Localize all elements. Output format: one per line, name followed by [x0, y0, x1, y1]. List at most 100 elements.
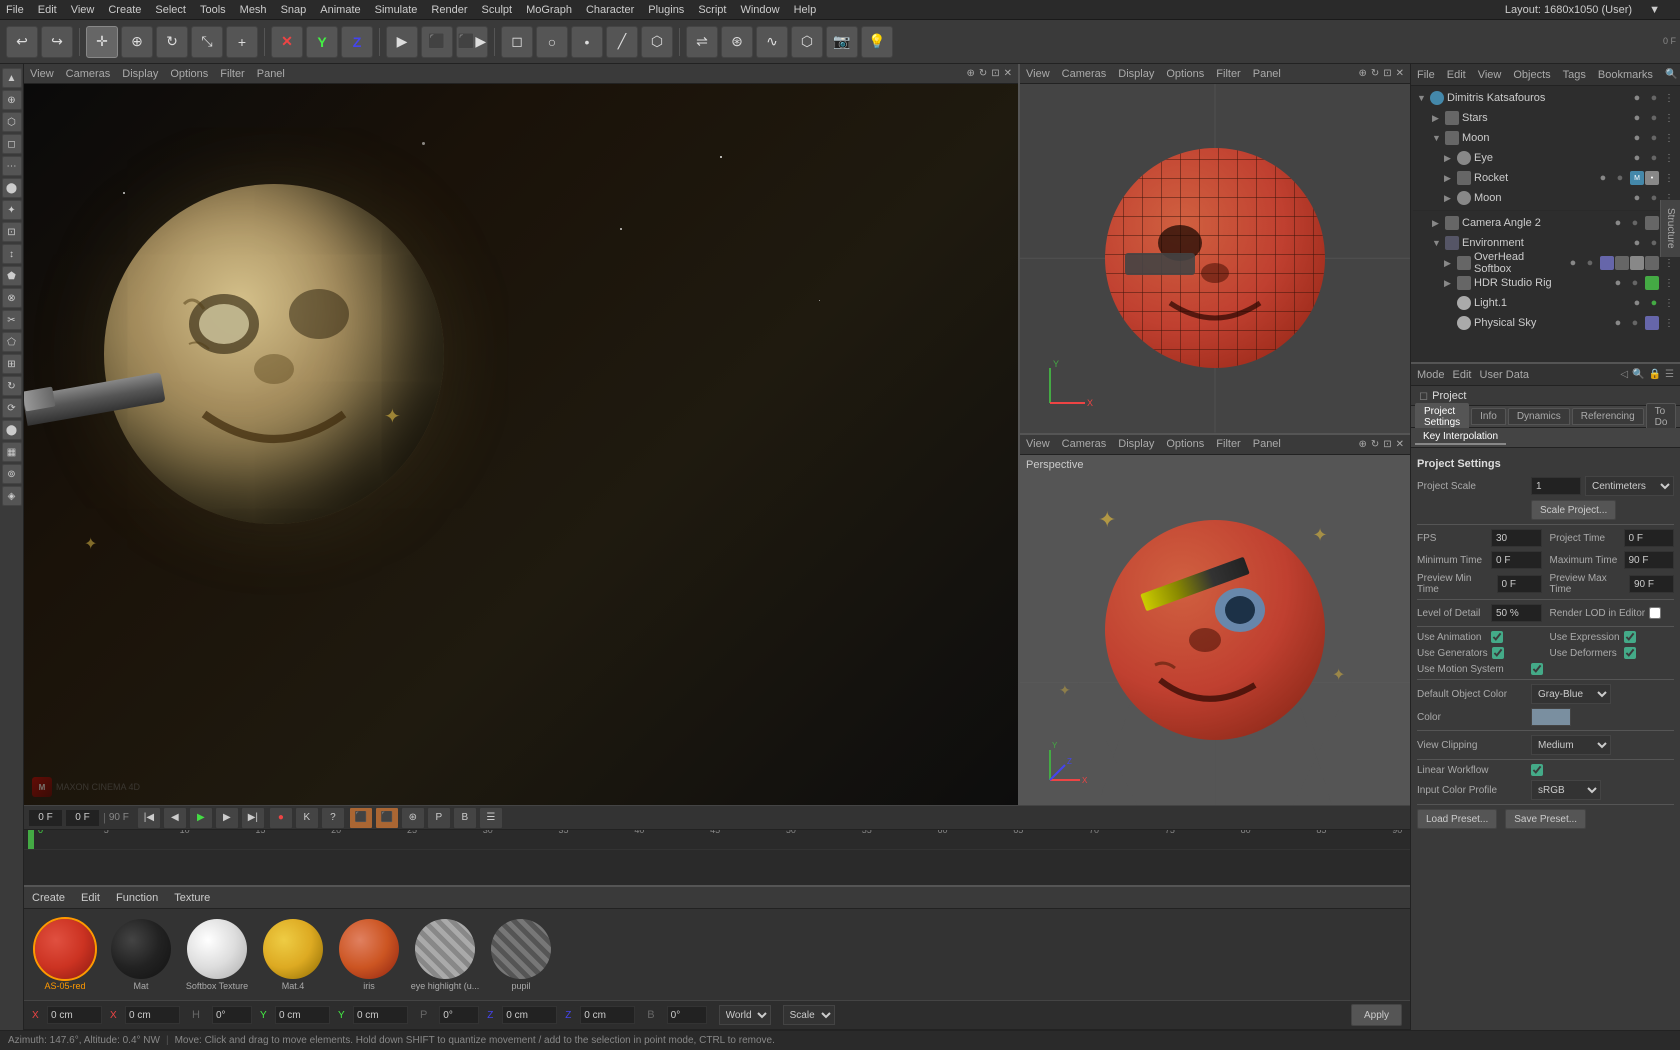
spline-button[interactable]: ∿	[756, 26, 788, 58]
tool-13[interactable]: ⬠	[2, 332, 22, 352]
coord-z2-input[interactable]	[580, 1006, 635, 1024]
persp-vp-filter-menu[interactable]: Filter	[1216, 438, 1240, 450]
mat-texture-menu[interactable]: Texture	[174, 892, 210, 904]
tool-16[interactable]: ⟳	[2, 398, 22, 418]
front-vp-options-menu[interactable]: Options	[1166, 68, 1204, 80]
menu-mograph[interactable]: MoGraph	[526, 4, 572, 16]
material-item-3[interactable]: Mat.4	[258, 919, 328, 991]
obj-dots-4[interactable]: ⋮	[1664, 153, 1674, 164]
obj-vis-11[interactable]: ●	[1630, 297, 1644, 309]
project-scale-input[interactable]	[1531, 477, 1581, 495]
use-motion-system-checkbox[interactable]	[1531, 663, 1543, 675]
lod-input[interactable]	[1491, 604, 1542, 622]
tool-4[interactable]: ◻	[2, 134, 22, 154]
obj-dots-3[interactable]: ⋮	[1664, 133, 1674, 144]
coord-p-input[interactable]	[439, 1006, 479, 1024]
render-button[interactable]: ▶	[386, 26, 418, 58]
undo-button[interactable]: ↩	[6, 26, 38, 58]
obj-vis2-9[interactable]: ●	[1583, 257, 1597, 269]
tool-10[interactable]: ⬟	[2, 266, 22, 286]
go-start-button[interactable]: |◀	[137, 807, 161, 829]
menu-character[interactable]: Character	[586, 4, 634, 16]
obj-vis-5[interactable]: ●	[1596, 172, 1610, 184]
select-tool-button[interactable]: ✛	[86, 26, 118, 58]
menu-help[interactable]: Help	[794, 4, 817, 16]
max-time-input[interactable]	[1624, 551, 1675, 569]
persp-vp-cameras-menu[interactable]: Cameras	[1062, 438, 1107, 450]
use-generators-checkbox[interactable]	[1492, 647, 1504, 659]
attr-tab-dynamics[interactable]: Dynamics	[1508, 408, 1570, 425]
timeline-mode-3[interactable]: ⊛	[401, 807, 425, 829]
obj-vis-4[interactable]: ●	[1630, 152, 1644, 164]
attr-user-data-menu[interactable]: User Data	[1480, 369, 1530, 381]
attr-pin-icon[interactable]: ☰	[1665, 369, 1674, 380]
tool-1[interactable]: ▲	[2, 68, 22, 88]
project-time-input[interactable]	[1624, 529, 1675, 547]
obj-row-12[interactable]: Physical Sky ● ● ⋮	[1413, 313, 1678, 333]
obj-vis-12[interactable]: ●	[1611, 317, 1625, 329]
tool-6[interactable]: ⬤	[2, 178, 22, 198]
material-item-2[interactable]: Softbox Texture	[182, 919, 252, 991]
menu-animate[interactable]: Animate	[320, 4, 360, 16]
menu-view[interactable]: View	[71, 4, 95, 16]
front-vp-view-menu[interactable]: View	[1026, 68, 1050, 80]
obj-row-6[interactable]: ▶ Moon ● ● ⋮	[1413, 188, 1678, 208]
obj-tab-bookmarks[interactable]: Bookmarks	[1598, 69, 1653, 81]
obj-row-4[interactable]: ▶ Eye ● ● ⋮	[1413, 148, 1678, 168]
persp-vp-icon-2[interactable]: ↻	[1371, 439, 1379, 450]
menu-plugins[interactable]: Plugins	[648, 4, 684, 16]
load-preset-button[interactable]: Load Preset...	[1417, 809, 1497, 829]
edge-mode-button[interactable]: ╱	[606, 26, 638, 58]
next-frame-button[interactable]: ▶	[215, 807, 239, 829]
model-mode-button[interactable]: ◻	[501, 26, 533, 58]
obj-row-7[interactable]: ▶ Camera Angle 2 ● ● ⋮	[1413, 213, 1678, 233]
render-region-button[interactable]: ⬛	[421, 26, 453, 58]
obj-vis2-12[interactable]: ●	[1628, 317, 1642, 329]
obj-dots-10[interactable]: ⋮	[1664, 278, 1674, 289]
tool-14[interactable]: ⊞	[2, 354, 22, 374]
redo-button[interactable]: ↪	[41, 26, 73, 58]
linear-workflow-checkbox[interactable]	[1531, 764, 1543, 776]
camera-button[interactable]: 📷	[826, 26, 858, 58]
vp-cameras-menu[interactable]: Cameras	[66, 68, 111, 80]
obj-vis2-11[interactable]: ●	[1647, 297, 1661, 309]
persp-vp-display-menu[interactable]: Display	[1118, 438, 1154, 450]
vp-icon-2[interactable]: ↻	[979, 68, 987, 79]
input-color-profile-select[interactable]: sRGB Linear	[1531, 780, 1601, 800]
structure-tab[interactable]: Structure	[1660, 200, 1680, 257]
obj-vis-8[interactable]: ●	[1630, 237, 1644, 249]
obj-vis2-7[interactable]: ●	[1628, 217, 1642, 229]
obj-vis-3[interactable]: ●	[1630, 132, 1644, 144]
persp-vp-icon-1[interactable]: ⊕	[1358, 439, 1366, 450]
timeline-mode-1[interactable]: ⬛	[349, 807, 373, 829]
obj-dots-11[interactable]: ⋮	[1664, 298, 1674, 309]
front-vp-icon-3[interactable]: ⊡	[1383, 68, 1391, 79]
coord-x-input[interactable]	[47, 1006, 102, 1024]
coord-y2-input[interactable]	[353, 1006, 408, 1024]
perspective-viewport[interactable]: View Cameras Display Options Filter Pane…	[1020, 435, 1410, 806]
tool-19[interactable]: ⊚	[2, 464, 22, 484]
obj-dots-1[interactable]: ⋮	[1664, 93, 1674, 104]
obj-search-icon[interactable]: 🔍	[1665, 69, 1677, 80]
point-mode-button[interactable]: •	[571, 26, 603, 58]
tool-7[interactable]: ✦	[2, 200, 22, 220]
persp-vp-options-menu[interactable]: Options	[1166, 438, 1204, 450]
menu-select[interactable]: Select	[155, 4, 186, 16]
timeline-mode-6[interactable]: ☰	[479, 807, 503, 829]
obj-tab-objects[interactable]: Objects	[1513, 69, 1550, 81]
timeline-start-frame-input[interactable]	[65, 809, 100, 827]
front-vp-icon-2[interactable]: ↻	[1371, 68, 1379, 79]
obj-vis2-1[interactable]: ●	[1647, 92, 1661, 104]
vp-icon-1[interactable]: ⊕	[966, 68, 974, 79]
front-vp-cameras-menu[interactable]: Cameras	[1062, 68, 1107, 80]
coord-b-input[interactable]	[667, 1006, 707, 1024]
obj-vis-6[interactable]: ●	[1630, 192, 1644, 204]
obj-row-1[interactable]: ▼ Dimitris Katsafouros ● ● ⋮	[1413, 88, 1678, 108]
menu-create[interactable]: Create	[108, 4, 141, 16]
obj-row-10[interactable]: ▶ HDR Studio Rig ● ● ⋮	[1413, 273, 1678, 293]
light-button[interactable]: 💡	[861, 26, 893, 58]
menu-script[interactable]: Script	[698, 4, 726, 16]
tool-5[interactable]: ⋯	[2, 156, 22, 176]
tool-9[interactable]: ↕	[2, 244, 22, 264]
obj-vis-1[interactable]: ●	[1630, 92, 1644, 104]
